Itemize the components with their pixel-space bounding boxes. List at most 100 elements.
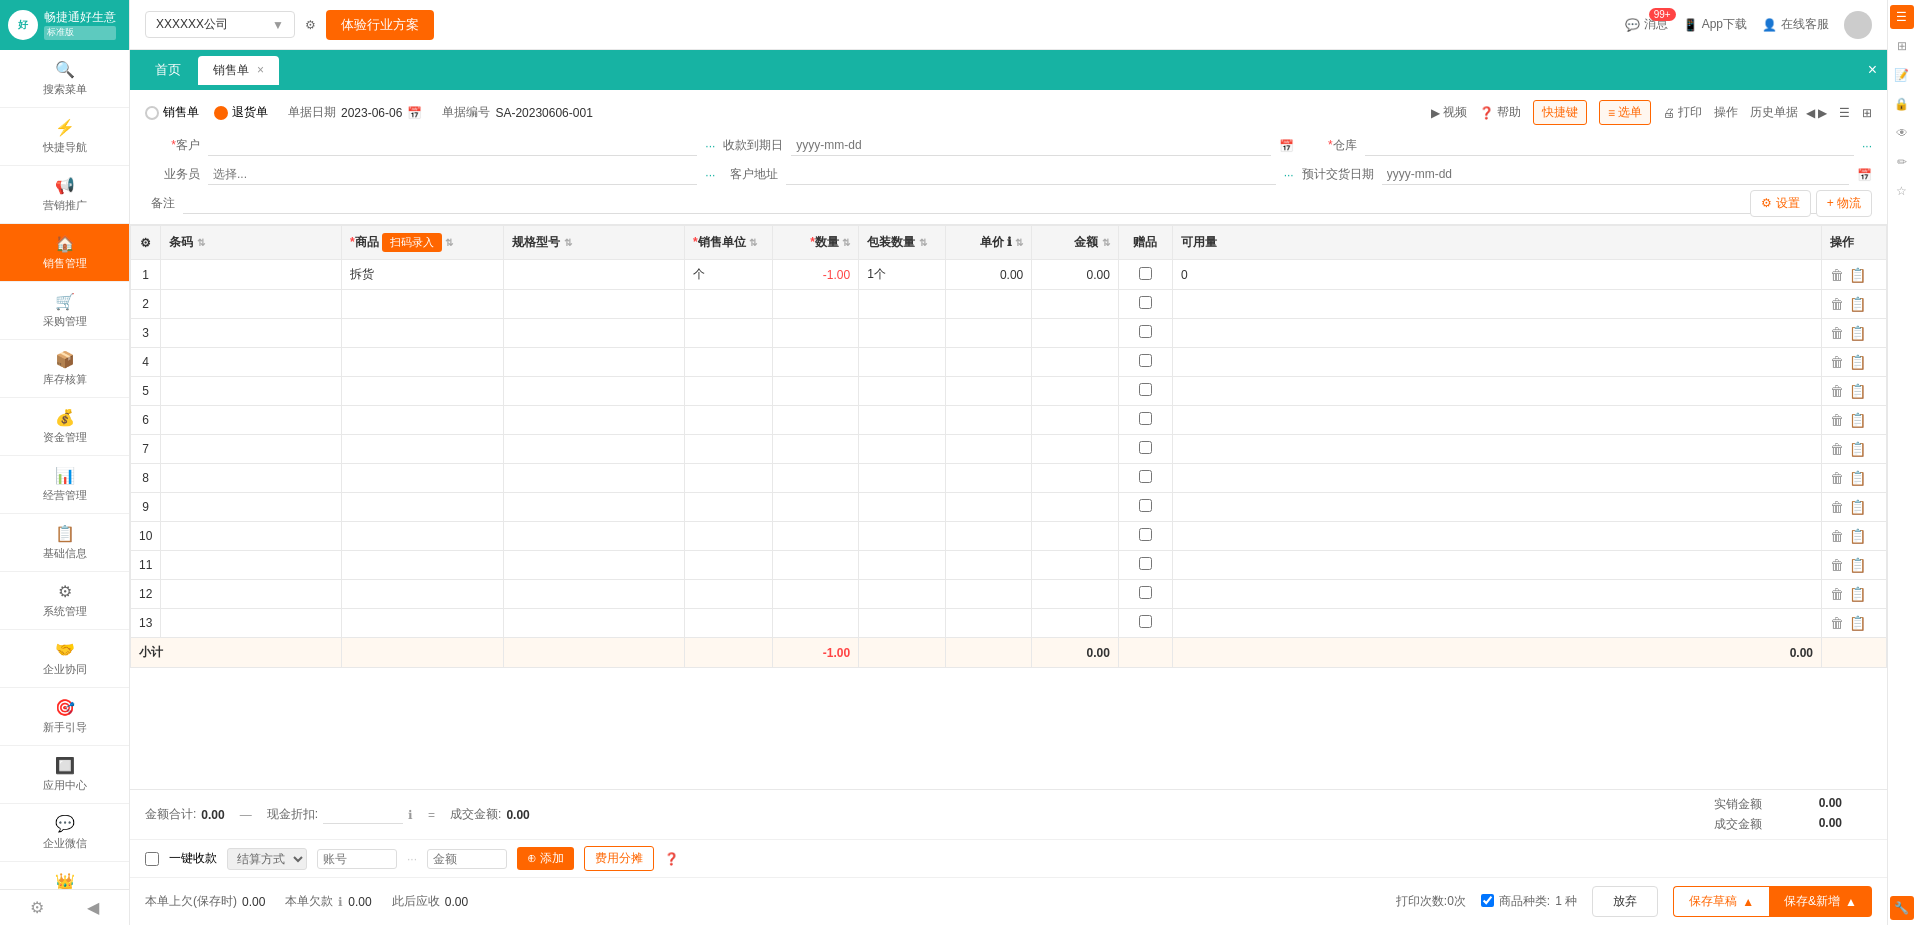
gift-checkbox-9[interactable] <box>1139 499 1152 512</box>
help-btn[interactable]: ❓ 帮助 <box>1479 104 1521 121</box>
right-tool-grid-view[interactable]: ⊞ <box>1890 34 1914 58</box>
copy-icon-4[interactable]: 📋 <box>1849 354 1866 370</box>
copy-icon-8[interactable]: 📋 <box>1849 470 1866 486</box>
user-avatar[interactable] <box>1844 11 1872 39</box>
gift-checkbox-7[interactable] <box>1139 441 1152 454</box>
delete-icon-3[interactable]: 🗑 <box>1830 325 1844 341</box>
gift-checkbox-12[interactable] <box>1139 586 1152 599</box>
info-icon[interactable]: ℹ <box>1007 235 1012 249</box>
addr-more-icon[interactable]: ··· <box>1284 168 1294 182</box>
customer-input[interactable] <box>208 135 697 156</box>
right-tool-star[interactable]: ☆ <box>1890 179 1914 203</box>
copy-icon-3[interactable]: 📋 <box>1849 325 1866 341</box>
sidebar-item-app-center[interactable]: 🔲 应用中心 <box>0 746 129 804</box>
remark-input[interactable] <box>183 193 1872 214</box>
delete-icon-8[interactable]: 🗑 <box>1830 470 1844 486</box>
company-selector[interactable]: XXXXXX公司 ▼ <box>145 11 295 38</box>
logistics-button[interactable]: + 物流 <box>1816 190 1872 217</box>
tab-close-icon[interactable]: × <box>257 63 264 77</box>
sidebar-item-member[interactable]: 👑 畅会员 <box>0 862 129 889</box>
right-tool-eye[interactable]: 👁 <box>1890 121 1914 145</box>
delete-icon-4[interactable]: 🗑 <box>1830 354 1844 370</box>
col-settings[interactable]: ⚙ <box>131 226 161 260</box>
gift-checkbox-13[interactable] <box>1139 615 1152 628</box>
add-button[interactable]: ⊕ 添加 <box>517 847 574 870</box>
shortcut-btn[interactable]: 快捷键 <box>1533 100 1587 125</box>
sidebar-item-inventory[interactable]: 📦 库存核算 <box>0 340 129 398</box>
amount-input[interactable] <box>427 849 507 869</box>
tab-bar-close-icon[interactable]: × <box>1868 61 1877 79</box>
grid-view-btn[interactable]: ⊞ <box>1862 106 1872 120</box>
save-new-button[interactable]: 保存&新增 ▲ <box>1769 886 1872 917</box>
delete-icon-1[interactable]: 🗑 <box>1830 267 1844 283</box>
gift-checkbox-1[interactable] <box>1139 267 1152 280</box>
right-tool-lock[interactable]: 🔒 <box>1890 92 1914 116</box>
gift-checkbox-6[interactable] <box>1139 412 1152 425</box>
gift-checkbox-11[interactable] <box>1139 557 1152 570</box>
sidebar-item-base[interactable]: 📋 基础信息 <box>0 514 129 572</box>
app-download-button[interactable]: 📱 App下载 <box>1683 16 1747 33</box>
sidebar-item-guide[interactable]: 🎯 新手引导 <box>0 688 129 746</box>
expected-date-input[interactable] <box>1382 164 1849 185</box>
nav-next-icon[interactable]: ▶ <box>1818 106 1827 120</box>
due-date-input[interactable] <box>791 135 1270 156</box>
due-info-icon[interactable]: ℹ <box>338 895 343 909</box>
history-btn[interactable]: 历史单据 ◀ ▶ <box>1750 104 1827 121</box>
delete-icon-5[interactable]: 🗑 <box>1830 383 1844 399</box>
delete-icon-13[interactable]: 🗑 <box>1830 615 1844 631</box>
right-tool-list-view[interactable]: ☰ <box>1890 5 1914 29</box>
copy-icon-2[interactable]: 📋 <box>1849 296 1866 312</box>
salesperson-input[interactable] <box>208 164 697 185</box>
copy-icon-12[interactable]: 📋 <box>1849 586 1866 602</box>
sidebar-item-search[interactable]: 🔍 搜索菜单 <box>0 50 129 108</box>
copy-icon-10[interactable]: 📋 <box>1849 528 1866 544</box>
expense-info-icon[interactable]: ❓ <box>664 852 679 866</box>
select-btn[interactable]: ≡ 选单 <box>1599 100 1651 125</box>
save-draft-button[interactable]: 保存草稿 ▲ <box>1673 886 1769 917</box>
warehouse-more-icon[interactable]: ··· <box>1862 139 1872 153</box>
copy-icon-1[interactable]: 📋 <box>1849 267 1866 283</box>
list-view-btn[interactable]: ☰ <box>1839 106 1850 120</box>
settings-icon[interactable]: ⚙ <box>30 898 44 917</box>
sidebar-item-operation[interactable]: 📊 经营管理 <box>0 456 129 514</box>
right-tool-note[interactable]: 📝 <box>1890 63 1914 87</box>
radio-sales[interactable]: 销售单 <box>145 104 199 121</box>
barcode-input-1[interactable] <box>169 268 333 282</box>
copy-icon-6[interactable]: 📋 <box>1849 412 1866 428</box>
operate-btn[interactable]: 操作 <box>1714 104 1738 121</box>
delete-icon-12[interactable]: 🗑 <box>1830 586 1844 602</box>
one-click-pay-checkbox[interactable] <box>145 852 159 866</box>
due-date-calendar-icon[interactable]: 📅 <box>1279 139 1294 153</box>
radio-return[interactable]: 退货单 <box>214 104 268 121</box>
sidebar-item-wechat[interactable]: 💬 企业微信 <box>0 804 129 862</box>
sidebar-item-sales[interactable]: 🏠 销售管理 <box>0 224 129 282</box>
copy-icon-5[interactable]: 📋 <box>1849 383 1866 399</box>
salesperson-more-icon[interactable]: ··· <box>705 168 715 182</box>
scan-button[interactable]: 扫码录入 <box>382 233 442 252</box>
sidebar-item-marketing[interactable]: 📢 营销推广 <box>0 166 129 224</box>
delete-icon-7[interactable]: 🗑 <box>1830 441 1844 457</box>
calendar-icon[interactable]: 📅 <box>407 106 422 120</box>
sidebar-item-purchase[interactable]: 🛒 采购管理 <box>0 282 129 340</box>
delete-icon-11[interactable]: 🗑 <box>1830 557 1844 573</box>
delete-icon-2[interactable]: 🗑 <box>1830 296 1844 312</box>
calc-method-select[interactable]: 结算方式 <box>227 848 307 870</box>
discount-info-icon[interactable]: ℹ <box>408 808 413 822</box>
delete-icon-6[interactable]: 🗑 <box>1830 412 1844 428</box>
tab-home[interactable]: 首页 <box>140 53 196 87</box>
delete-icon-10[interactable]: 🗑 <box>1830 528 1844 544</box>
expected-date-calendar-icon[interactable]: 📅 <box>1857 168 1872 182</box>
settings-button[interactable]: ⚙ 设置 <box>1750 190 1810 217</box>
copy-icon-9[interactable]: 📋 <box>1849 499 1866 515</box>
online-service-button[interactable]: 👤 在线客服 <box>1762 16 1829 33</box>
tab-sales[interactable]: 销售单 × <box>198 56 279 85</box>
experience-button[interactable]: 体验行业方案 <box>326 10 434 40</box>
copy-icon-7[interactable]: 📋 <box>1849 441 1866 457</box>
discard-button[interactable]: 放弃 <box>1592 886 1658 917</box>
customer-addr-input[interactable] <box>786 164 1275 185</box>
sidebar-item-system[interactable]: ⚙ 系统管理 <box>0 572 129 630</box>
sidebar-item-finance[interactable]: 💰 资金管理 <box>0 398 129 456</box>
expense-button[interactable]: 费用分摊 <box>584 846 654 871</box>
collapse-icon[interactable]: ◀ <box>87 898 99 917</box>
sidebar-item-enterprise[interactable]: 🤝 企业协同 <box>0 630 129 688</box>
